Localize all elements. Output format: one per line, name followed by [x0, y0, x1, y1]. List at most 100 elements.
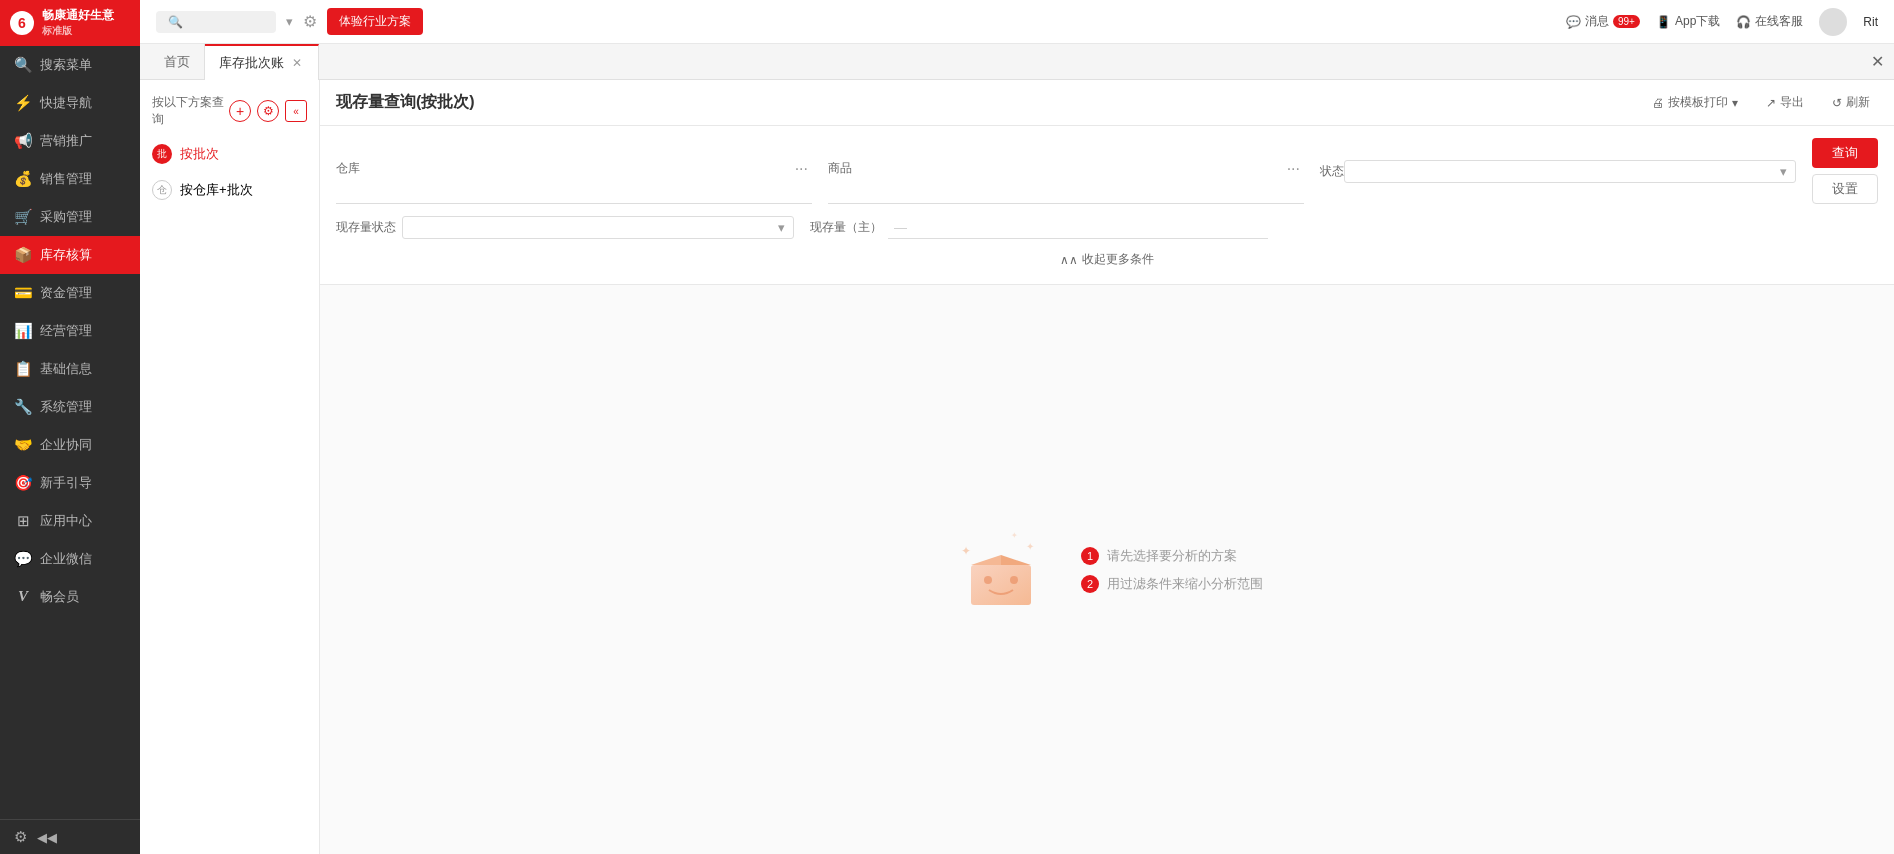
scheme-batch-icon: 批: [152, 144, 172, 164]
collapse-sidebar-icon[interactable]: ◀◀: [37, 830, 57, 845]
sidebar-item-apps[interactable]: ⊞ 应用中心: [0, 502, 140, 540]
sidebar-item-operations[interactable]: 📊 经营管理: [0, 312, 140, 350]
warehouse-label: 仓库: [336, 160, 360, 177]
svg-text:✦: ✦: [1026, 541, 1034, 552]
dropdown-icon[interactable]: ▾: [286, 14, 293, 29]
svg-point-4: [1010, 576, 1018, 584]
stock-status-select[interactable]: ▾: [402, 216, 794, 239]
svg-text:✦: ✦: [1011, 531, 1018, 540]
tab-close-icon[interactable]: ✕: [290, 56, 304, 70]
empty-tip-1: 1 请先选择要分析的方案: [1081, 547, 1263, 565]
sidebar-item-label: 资金管理: [40, 284, 92, 302]
stock-amount-filter: 现存量（主） —: [810, 217, 1268, 239]
settings-button[interactable]: 设置: [1812, 174, 1878, 204]
messages-action[interactable]: 💬 消息 99+: [1566, 13, 1640, 30]
sidebar-item-marketing[interactable]: 📢 营销推广: [0, 122, 140, 160]
topbar-settings-icon[interactable]: ⚙: [303, 12, 317, 31]
sidebar-item-label: 系统管理: [40, 398, 92, 416]
scheme-batch[interactable]: 批 按批次: [140, 136, 319, 172]
sidebar-item-wechat[interactable]: 💬 企业微信: [0, 540, 140, 578]
sidebar: 6 畅康通好生意 标准版 🔍 搜索菜单 ⚡ 快捷导航 📢 营销推广 💰 销售管理…: [0, 0, 140, 854]
svg-marker-2: [1001, 555, 1031, 565]
settings-icon[interactable]: ⚙: [14, 828, 27, 846]
wechat-icon: 💬: [14, 550, 32, 568]
refresh-btn[interactable]: ↺ 刷新: [1824, 90, 1878, 115]
scheme-warehouse-batch[interactable]: 仓 按仓库+批次: [140, 172, 319, 208]
schemes-panel-title: 按以下方案查询 + ⚙ «: [140, 90, 319, 136]
product-filter: 商品 ···: [828, 138, 1304, 204]
svg-rect-0: [971, 565, 1031, 605]
app-download-action[interactable]: 📱 App下载: [1656, 13, 1720, 30]
tab-batch-account[interactable]: 库存批次账 ✕: [205, 44, 319, 80]
menu-search[interactable]: 🔍: [156, 11, 276, 33]
user-avatar[interactable]: [1819, 8, 1847, 36]
collapse-panel-btn[interactable]: «: [285, 100, 307, 122]
system-icon: 🔧: [14, 398, 32, 416]
content-area: 按以下方案查询 + ⚙ « 批 按批次 仓: [140, 80, 1894, 854]
warehouse-input[interactable]: [360, 158, 791, 180]
sidebar-item-inventory[interactable]: 📦 库存核算: [0, 236, 140, 274]
sidebar-item-members[interactable]: V 畅会员: [0, 578, 140, 616]
finance-icon: 💳: [14, 284, 32, 302]
username-label: Rit: [1863, 15, 1878, 29]
app-download-label: App下载: [1675, 13, 1720, 30]
empty-tip-2: 2 用过滤条件来缩小分析范围: [1081, 575, 1263, 593]
empty-illustration: ✦ ✦ ✦: [951, 520, 1051, 620]
sidebar-item-finance[interactable]: 💳 资金管理: [0, 274, 140, 312]
sales-icon: 💰: [14, 170, 32, 188]
tip-text-1: 请先选择要分析的方案: [1107, 547, 1237, 565]
tip-number-2: 2: [1081, 575, 1099, 593]
tab-home[interactable]: 首页: [150, 44, 205, 80]
experience-btn[interactable]: 体验行业方案: [327, 8, 423, 35]
basic-icon: 📋: [14, 360, 32, 378]
tip-text-2: 用过滤条件来缩小分析范围: [1107, 575, 1263, 593]
warehouse-more-icon[interactable]: ···: [791, 160, 812, 178]
sidebar-item-label: 搜索菜单: [40, 56, 92, 74]
refresh-icon: ↺: [1832, 96, 1842, 110]
sidebar-item-label: 新手引导: [40, 474, 92, 492]
page-title-bar: 现存量查询(按批次) 🖨 按模板打印 ▾ ↗ 导出 ↺ 刷新: [320, 80, 1894, 126]
tabs-bar: 首页 库存批次账 ✕ ✕: [140, 44, 1894, 80]
sidebar-item-enterprise[interactable]: 🤝 企业协同: [0, 426, 140, 464]
svg-marker-1: [971, 555, 1001, 565]
print-btn[interactable]: 🖨 按模板打印 ▾: [1644, 90, 1746, 115]
query-button[interactable]: 查询: [1812, 138, 1878, 168]
stock-status-filter: 现存量状态 ▾: [336, 216, 794, 239]
sidebar-item-label: 基础信息: [40, 360, 92, 378]
sidebar-item-search[interactable]: 🔍 搜索菜单: [0, 46, 140, 84]
sidebar-item-label: 经营管理: [40, 322, 92, 340]
search-icon: 🔍: [14, 56, 32, 74]
add-icon: +: [236, 103, 244, 119]
export-btn[interactable]: ↗ 导出: [1758, 90, 1812, 115]
collapse-more-btn[interactable]: ∧∧ 收起更多条件: [336, 247, 1878, 272]
enterprise-icon: 🤝: [14, 436, 32, 454]
online-service-label: 在线客服: [1755, 13, 1803, 30]
product-input[interactable]: [852, 158, 1283, 180]
tab-home-label: 首页: [164, 53, 190, 71]
sidebar-item-newbie[interactable]: 🎯 新手引导: [0, 464, 140, 502]
headset-icon: 🎧: [1736, 15, 1751, 29]
empty-state: ✦ ✦ ✦ 1 请先选择要分析的方案 2 用过滤条件来缩小分析范围: [320, 285, 1894, 854]
product-more-icon[interactable]: ···: [1283, 160, 1304, 178]
newbie-icon: 🎯: [14, 474, 32, 492]
tip-number-1: 1: [1081, 547, 1099, 565]
print-dropdown-icon[interactable]: ▾: [1732, 96, 1738, 110]
app-logo: 6: [10, 11, 34, 35]
status-select[interactable]: ▾: [1344, 160, 1796, 183]
add-scheme-btn[interactable]: +: [229, 100, 251, 122]
scheme-settings-btn[interactable]: ⚙: [257, 100, 279, 122]
stock-status-label: 现存量状态: [336, 219, 396, 236]
sidebar-item-basic[interactable]: 📋 基础信息: [0, 350, 140, 388]
status-dropdown-icon: ▾: [1780, 164, 1787, 179]
sidebar-item-purchase[interactable]: 🛒 采购管理: [0, 198, 140, 236]
sidebar-item-sales[interactable]: 💰 销售管理: [0, 160, 140, 198]
sidebar-item-label: 销售管理: [40, 170, 92, 188]
sidebar-item-system[interactable]: 🔧 系统管理: [0, 388, 140, 426]
sidebar-item-label: 采购管理: [40, 208, 92, 226]
sidebar-item-quick-nav[interactable]: ⚡ 快捷导航: [0, 84, 140, 122]
warehouse-filter: 仓库 ···: [336, 138, 812, 204]
collapse-icon: «: [293, 106, 299, 117]
scheme-warehouse-icon: 仓: [152, 180, 172, 200]
panel-close-icon[interactable]: ✕: [1871, 52, 1884, 71]
online-service-action[interactable]: 🎧 在线客服: [1736, 13, 1803, 30]
